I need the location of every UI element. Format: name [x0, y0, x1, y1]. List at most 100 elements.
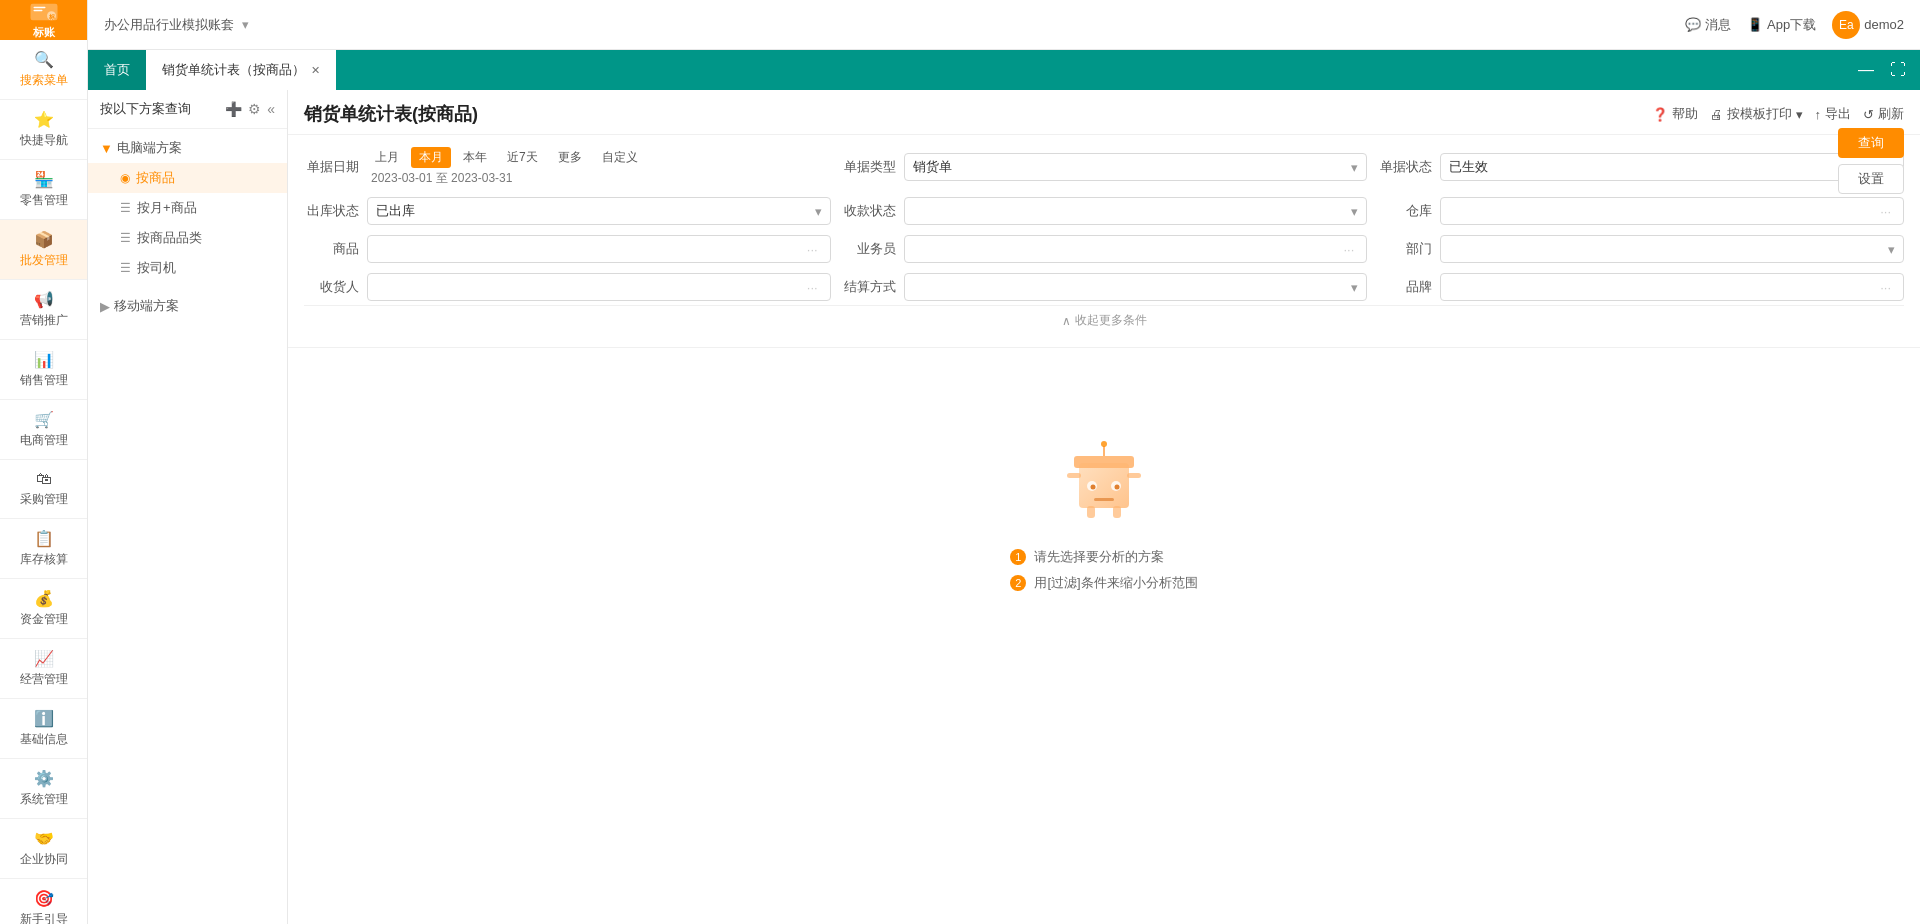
sidebar-item-system[interactable]: ⚙️ 系统管理 [0, 759, 87, 819]
svg-point-10 [1115, 485, 1120, 490]
purchase-icon: 🛍 [36, 470, 52, 488]
date-tab-last-month[interactable]: 上月 [367, 147, 407, 168]
filter-doctype-input[interactable]: 销货单 ▾ [904, 153, 1368, 181]
receiver-more-icon[interactable]: ··· [803, 280, 822, 295]
operations-icon: 📈 [34, 649, 54, 668]
salesperson-more-icon[interactable]: ··· [1339, 242, 1358, 257]
collapse-label: 收起更多条件 [1075, 312, 1147, 329]
sidebar-item-guide[interactable]: 🎯 新手引导 [0, 879, 87, 924]
filter-receiptstatus-input[interactable]: ▾ [904, 197, 1368, 225]
tab-sales-stat[interactable]: 销货单统计表（按商品） ✕ [146, 50, 336, 90]
collapse-nav-icon[interactable]: « [267, 101, 275, 117]
star-icon: ⭐ [34, 110, 54, 129]
settings-scheme-icon[interactable]: ⚙ [248, 101, 261, 117]
left-nav-header-label: 按以下方案查询 [100, 100, 191, 118]
marketing-icon: 📢 [34, 290, 54, 309]
settings-button[interactable]: 设置 [1838, 164, 1904, 194]
sidebar-system-label: 系统管理 [20, 791, 68, 808]
date-range: 2023-03-01 至 2023-03-31 [371, 170, 831, 187]
date-tab-more[interactable]: 更多 [550, 147, 590, 168]
sidebar-item-purchase[interactable]: 🛍 采购管理 [0, 460, 87, 519]
empty-illustration [1054, 428, 1154, 528]
filter-outstatus-input[interactable]: 已出库 ▾ [367, 197, 831, 225]
filter-warehouse-input[interactable]: ··· [1440, 197, 1904, 225]
sidebar-item-marketing[interactable]: 📢 营销推广 [0, 280, 87, 340]
user-menu[interactable]: Ea demo2 [1832, 11, 1904, 39]
logo-label: 标账 [33, 25, 55, 40]
date-tab-7days[interactable]: 近7天 [499, 147, 546, 168]
collapse-bar[interactable]: ∧ 收起更多条件 [304, 305, 1904, 335]
filter-payment-input[interactable]: ▾ [904, 273, 1368, 301]
date-tab-custom[interactable]: 自定义 [594, 147, 646, 168]
left-nav-item-by-month-product[interactable]: ☰ 按月+商品 [88, 193, 287, 223]
collapse-chevron-icon: ∧ [1062, 314, 1071, 328]
page-title: 销货单统计表(按商品) [304, 102, 478, 126]
tab-minimize-button[interactable]: — [1852, 56, 1880, 84]
app-name: 办公用品行业模拟账套 [104, 16, 234, 34]
tab-maximize-button[interactable]: ⛶ [1884, 56, 1912, 84]
add-scheme-icon[interactable]: ➕ [225, 101, 242, 117]
app-download-button[interactable]: 📱 App下载 [1747, 16, 1816, 34]
left-nav-group-mobile[interactable]: ▶ 移动端方案 [88, 291, 287, 321]
filter-salesperson-input[interactable]: ··· [904, 235, 1368, 263]
sidebar-item-basic[interactable]: ℹ️ 基础信息 [0, 699, 87, 759]
export-button[interactable]: ↑ 导出 [1815, 105, 1852, 123]
sidebar-retail-label: 零售管理 [20, 192, 68, 209]
sidebar-item-ecommerce[interactable]: 🛒 电商管理 [0, 400, 87, 460]
filter-brand-input[interactable]: ··· [1440, 273, 1904, 301]
help-label: 帮助 [1672, 105, 1698, 123]
sidebar-item-operations[interactable]: 📈 经营管理 [0, 639, 87, 699]
message-label: 消息 [1705, 16, 1731, 34]
left-nav-mobile-section: ▶ 移动端方案 [88, 287, 287, 325]
tip-text-2: 用[过滤]条件来缩小分析范围 [1034, 574, 1197, 592]
print-button[interactable]: 🖨 按模板打印 ▾ [1710, 105, 1803, 123]
sidebar-item-sales[interactable]: 📊 销售管理 [0, 340, 87, 400]
sidebar-item-retail[interactable]: 🏪 零售管理 [0, 160, 87, 220]
filter-payment-cell: 结算方式 ▾ [841, 273, 1368, 301]
tab-close-icon[interactable]: ✕ [311, 64, 320, 77]
filter-department-input[interactable]: ▾ [1440, 235, 1904, 263]
filter-receiver-input[interactable]: ··· [367, 273, 831, 301]
tab-sales-stat-label: 销货单统计表（按商品） [162, 61, 305, 79]
tab-home[interactable]: 首页 [88, 50, 146, 90]
sidebar-item-inventory[interactable]: 📋 库存核算 [0, 519, 87, 579]
dropdown-icon[interactable]: ▾ [242, 17, 249, 32]
query-button[interactable]: 查询 [1838, 128, 1904, 158]
inventory-icon: 📋 [34, 529, 54, 548]
date-tab-this-year[interactable]: 本年 [455, 147, 495, 168]
sidebar-item-enterprise[interactable]: 🤝 企业协同 [0, 819, 87, 879]
help-button[interactable]: ❓ 帮助 [1652, 105, 1698, 123]
brand-more-icon[interactable]: ··· [1876, 280, 1895, 295]
empty-state: 1 请先选择要分析的方案 2 用[过滤]条件来缩小分析范围 [288, 348, 1920, 672]
message-button[interactable]: 💬 消息 [1685, 16, 1731, 34]
sidebar-item-finance[interactable]: 💰 资金管理 [0, 579, 87, 639]
left-nav-item-by-driver[interactable]: ☰ 按司机 [88, 253, 287, 283]
refresh-button[interactable]: ↺ 刷新 [1863, 105, 1904, 123]
sidebar-item-search[interactable]: 🔍 搜索菜单 [0, 40, 87, 100]
sidebar-item-wholesale[interactable]: 📦 批发管理 [0, 220, 87, 280]
left-nav-item-by-category[interactable]: ☰ 按商品品类 [88, 223, 287, 253]
sidebar-item-quicknav[interactable]: ⭐ 快捷导航 [0, 100, 87, 160]
date-tab-this-month[interactable]: 本月 [411, 147, 451, 168]
page-header: 销货单统计表(按商品) ❓ 帮助 🖨 按模板打印 ▾ ↑ 导出 [288, 90, 1920, 135]
action-buttons: 查询 设置 [1838, 128, 1904, 194]
filter-docstatus-input[interactable]: 已生效 ▾ [1440, 153, 1904, 181]
filter-receiptstatus-label: 收款状态 [841, 202, 896, 220]
product-more-icon[interactable]: ··· [803, 242, 822, 257]
filter-product-label: 商品 [304, 240, 359, 258]
topbar-left: 办公用品行业模拟账套 ▾ [104, 16, 249, 34]
left-nav-item-by-product[interactable]: ◉ 按商品 [88, 163, 287, 193]
warehouse-more-icon[interactable]: ··· [1876, 204, 1895, 219]
filter-row-3: 商品 ··· 业务员 ··· 部门 [304, 235, 1904, 263]
sidebar-inventory-label: 库存核算 [20, 551, 68, 568]
filter-receiver-cell: 收货人 ··· [304, 273, 831, 301]
svg-rect-5 [1079, 463, 1129, 508]
sidebar-ecommerce-label: 电商管理 [20, 432, 68, 449]
left-nav-group-pc[interactable]: ▼ 电脑端方案 [88, 133, 287, 163]
sales-icon: 📊 [34, 350, 54, 369]
nav-by-category-label: 按商品品类 [137, 229, 202, 247]
filter-product-input[interactable]: ··· [367, 235, 831, 263]
radio-active-icon: ◉ [120, 171, 130, 185]
filter-receiptstatus-cell: 收款状态 ▾ [841, 197, 1368, 225]
tabbar-actions: — ⛶ [1852, 56, 1920, 84]
